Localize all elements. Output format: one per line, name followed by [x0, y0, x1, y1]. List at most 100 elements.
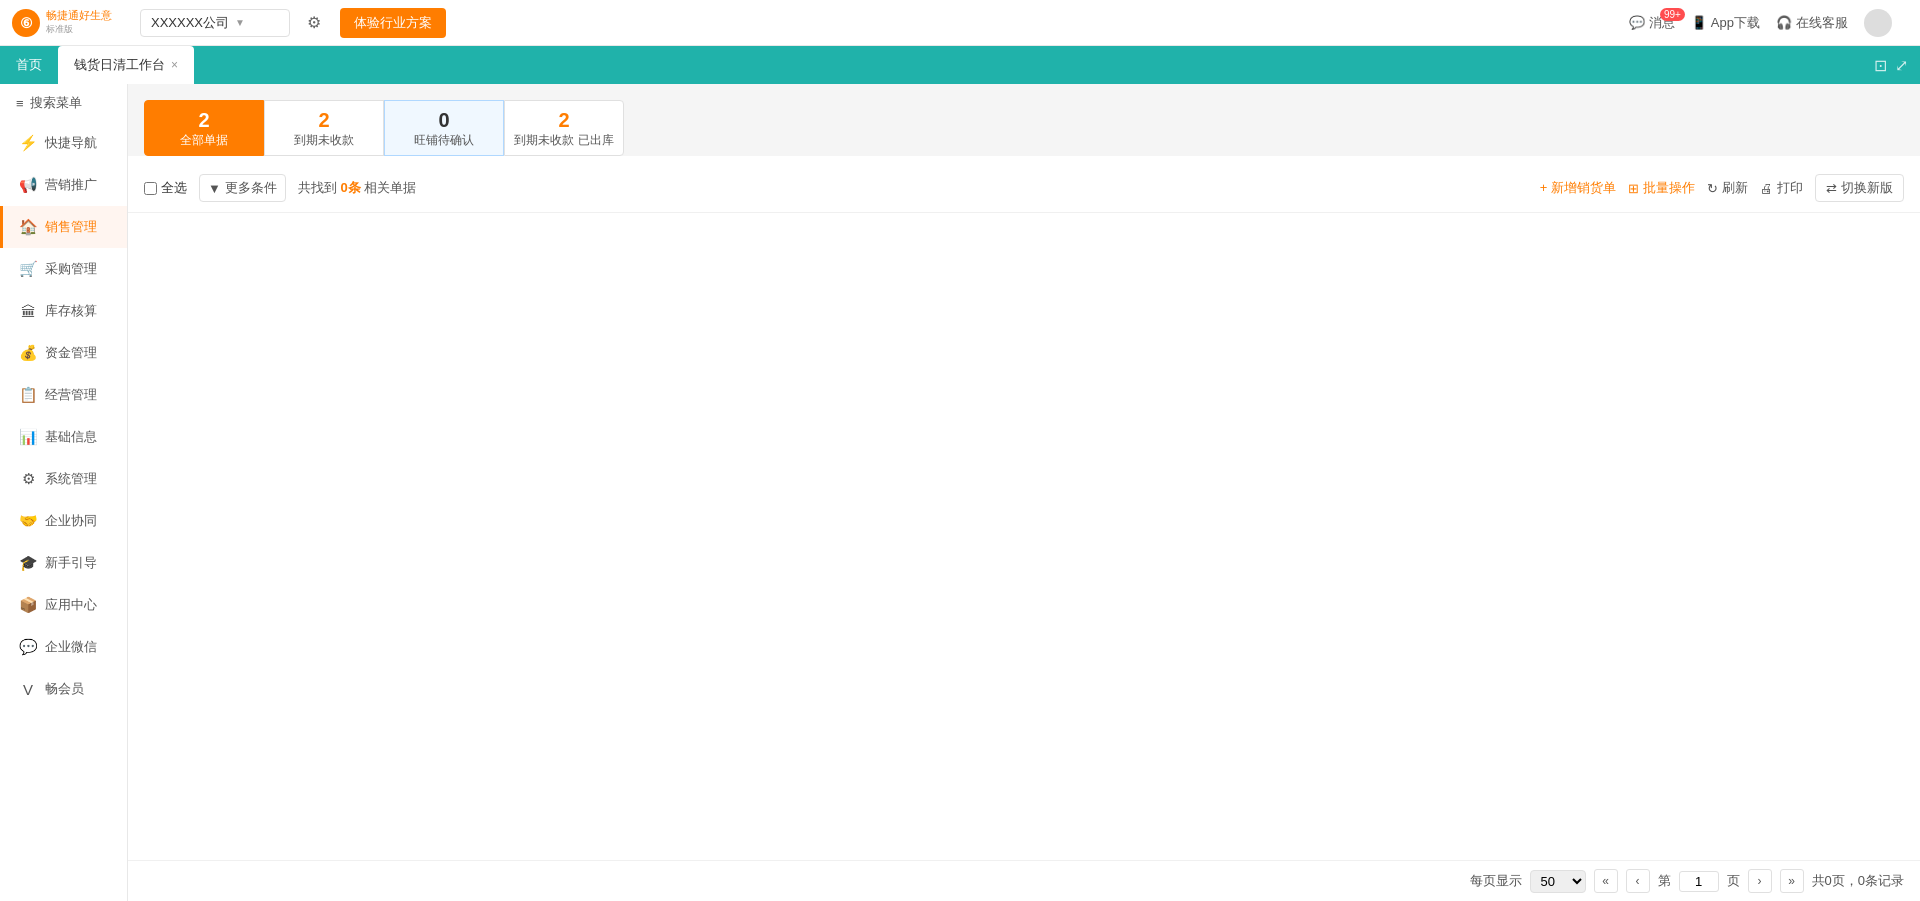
last-page-button[interactable]: » — [1780, 869, 1804, 893]
next-page-button[interactable]: › — [1748, 869, 1772, 893]
app-download-button[interactable]: 📱 App下载 — [1691, 14, 1760, 32]
main-layout: ≡ 搜索菜单 ⚡ 快捷导航 📢 营销推广 🏠 销售管理 🛒 采购管理 🏛 库存核… — [0, 84, 1920, 901]
found-suffix: 相关单据 — [364, 180, 416, 195]
member-icon: V — [19, 681, 37, 698]
sidebar: ≡ 搜索菜单 ⚡ 快捷导航 📢 营销推广 🏠 销售管理 🛒 采购管理 🏛 库存核… — [0, 84, 128, 901]
logo-badge: 标准版 — [46, 23, 112, 36]
sidebar-capital-label: 资金管理 — [45, 344, 97, 362]
filter-tab-delivered[interactable]: 2 到期未收款 已出库 — [504, 100, 624, 156]
sidebar-item-capital[interactable]: 💰 资金管理 — [0, 332, 127, 374]
per-page-label: 每页显示 — [1470, 872, 1522, 890]
logo-icon: ⑥ — [12, 9, 40, 37]
sidebar-item-purchase[interactable]: 🛒 采购管理 — [0, 248, 127, 290]
filter-tabs: 2 全部单据 2 到期未收款 0 旺铺待确认 2 到期未收款 已出库 — [128, 84, 1920, 156]
select-all-checkbox[interactable]: 全选 — [144, 179, 187, 197]
refresh-button[interactable]: ↻ 刷新 — [1707, 179, 1748, 197]
work-area: 全选 ▼ 更多条件 共找到 0条 相关单据 + 新增销货单 — [128, 156, 1920, 901]
sidebar-marketing-label: 营销推广 — [45, 176, 97, 194]
prev-page-icon: ‹ — [1636, 874, 1640, 888]
online-service-button[interactable]: 🎧 在线客服 — [1776, 14, 1848, 32]
batch-label: 批量操作 — [1643, 179, 1695, 197]
tab-bar: 首页 钱货日清工作台 × ⊡ ⤢ — [0, 46, 1920, 84]
app-center-icon: 📦 — [19, 596, 37, 614]
sidebar-basic-label: 基础信息 — [45, 428, 97, 446]
prev-page-button[interactable]: ‹ — [1626, 869, 1650, 893]
switch-version-button[interactable]: ⇄ 切换新版 — [1815, 174, 1904, 202]
refresh-label: 刷新 — [1722, 179, 1748, 197]
expand-icon[interactable]: ⤢ — [1895, 56, 1908, 75]
new-sales-button[interactable]: + 新增销货单 — [1540, 179, 1616, 197]
sidebar-search[interactable]: ≡ 搜索菜单 — [0, 84, 127, 122]
page-input[interactable] — [1679, 871, 1719, 892]
marketing-icon: 📢 — [19, 176, 37, 194]
purchase-icon: 🛒 — [19, 260, 37, 278]
header-right: 💬 消息 99+ 📱 App下载 🎧 在线客服 — [1629, 9, 1908, 37]
sidebar-sales-label: 销售管理 — [45, 218, 97, 236]
sidebar-item-wechat[interactable]: 💬 企业微信 — [0, 626, 127, 668]
sidebar-item-system[interactable]: ⚙ 系统管理 — [0, 458, 127, 500]
chevron-down-icon: ▼ — [235, 17, 245, 28]
sidebar-enterprise-label: 企业协同 — [45, 512, 97, 530]
company-selector[interactable]: XXXXXX公司 ▼ — [140, 9, 290, 37]
sidebar-item-member[interactable]: V 畅会员 — [0, 668, 127, 710]
switch-label: 切换新版 — [1841, 179, 1893, 197]
tab-home[interactable]: 首页 — [0, 46, 58, 84]
select-all-input[interactable] — [144, 182, 157, 195]
sidebar-item-sales[interactable]: 🏠 销售管理 — [0, 206, 127, 248]
sidebar-wechat-label: 企业微信 — [45, 638, 97, 656]
filter-tab-all[interactable]: 2 全部单据 — [144, 100, 264, 156]
page-label: 第 — [1658, 872, 1671, 890]
first-page-button[interactable]: « — [1594, 869, 1618, 893]
sidebar-guide-label: 新手引导 — [45, 554, 97, 572]
print-label: 打印 — [1777, 179, 1803, 197]
filter-tab-overdue-count: 2 — [318, 108, 329, 132]
company-name: XXXXXX公司 — [151, 14, 229, 32]
sidebar-quick-nav-label: 快捷导航 — [45, 134, 97, 152]
sidebar-item-guide[interactable]: 🎓 新手引导 — [0, 542, 127, 584]
sidebar-operation-label: 经营管理 — [45, 386, 97, 404]
sidebar-item-marketing[interactable]: 📢 营销推广 — [0, 164, 127, 206]
filter-tab-wangpu-count: 0 — [438, 108, 449, 132]
sidebar-item-operation[interactable]: 📋 经营管理 — [0, 374, 127, 416]
content-area: 2 全部单据 2 到期未收款 0 旺铺待确认 2 到期未收款 已出库 — [128, 84, 1920, 901]
per-page-select[interactable]: 50 20 100 — [1530, 870, 1586, 893]
sidebar-item-inventory[interactable]: 🏛 库存核算 — [0, 290, 127, 332]
filter-tab-delivered-label: 到期未收款 已出库 — [514, 132, 613, 149]
close-icon[interactable]: × — [171, 58, 178, 72]
sidebar-item-enterprise[interactable]: 🤝 企业协同 — [0, 500, 127, 542]
experience-button[interactable]: 体验行业方案 — [340, 8, 446, 38]
sidebar-inventory-label: 库存核算 — [45, 302, 97, 320]
settings-button[interactable]: ⚙ — [298, 7, 330, 39]
filter-tab-all-label: 全部单据 — [180, 132, 228, 149]
work-bench-tab-label: 钱货日清工作台 — [74, 56, 165, 74]
filter-tab-all-count: 2 — [198, 108, 209, 132]
next-page-icon: › — [1758, 874, 1762, 888]
sidebar-item-basic[interactable]: 📊 基础信息 — [0, 416, 127, 458]
found-prefix: 共找到 — [298, 180, 337, 195]
batch-operations-button[interactable]: ⊞ 批量操作 — [1628, 179, 1695, 197]
filter-tab-wangpu[interactable]: 0 旺铺待确认 — [384, 100, 504, 156]
more-conditions-button[interactable]: ▼ 更多条件 — [199, 174, 286, 202]
print-button[interactable]: 🖨 打印 — [1760, 179, 1803, 197]
message-icon: 💬 — [1629, 15, 1645, 30]
sidebar-item-quick-nav[interactable]: ⚡ 快捷导航 — [0, 122, 127, 164]
switch-icon: ⇄ — [1826, 181, 1837, 196]
sidebar-app-center-label: 应用中心 — [45, 596, 97, 614]
avatar[interactable] — [1864, 9, 1892, 37]
print-icon: 🖨 — [1760, 181, 1773, 196]
filter-tab-overdue[interactable]: 2 到期未收款 — [264, 100, 384, 156]
tab-work-bench[interactable]: 钱货日清工作台 × — [58, 46, 194, 84]
online-service-label: 在线客服 — [1796, 14, 1848, 32]
table-area — [128, 213, 1920, 860]
filter-tab-wangpu-label: 旺铺待确认 — [414, 132, 474, 149]
capital-icon: 💰 — [19, 344, 37, 362]
messages-button[interactable]: 💬 消息 99+ — [1629, 14, 1675, 32]
basic-icon: 📊 — [19, 428, 37, 446]
minimize-icon[interactable]: ⊡ — [1874, 56, 1887, 75]
sidebar-item-app-center[interactable]: 📦 应用中心 — [0, 584, 127, 626]
app-download-icon: 📱 — [1691, 15, 1707, 30]
messages-badge: 99+ — [1660, 8, 1685, 21]
batch-icon: ⊞ — [1628, 181, 1639, 196]
sales-icon: 🏠 — [19, 218, 37, 236]
service-icon: 🎧 — [1776, 15, 1792, 30]
